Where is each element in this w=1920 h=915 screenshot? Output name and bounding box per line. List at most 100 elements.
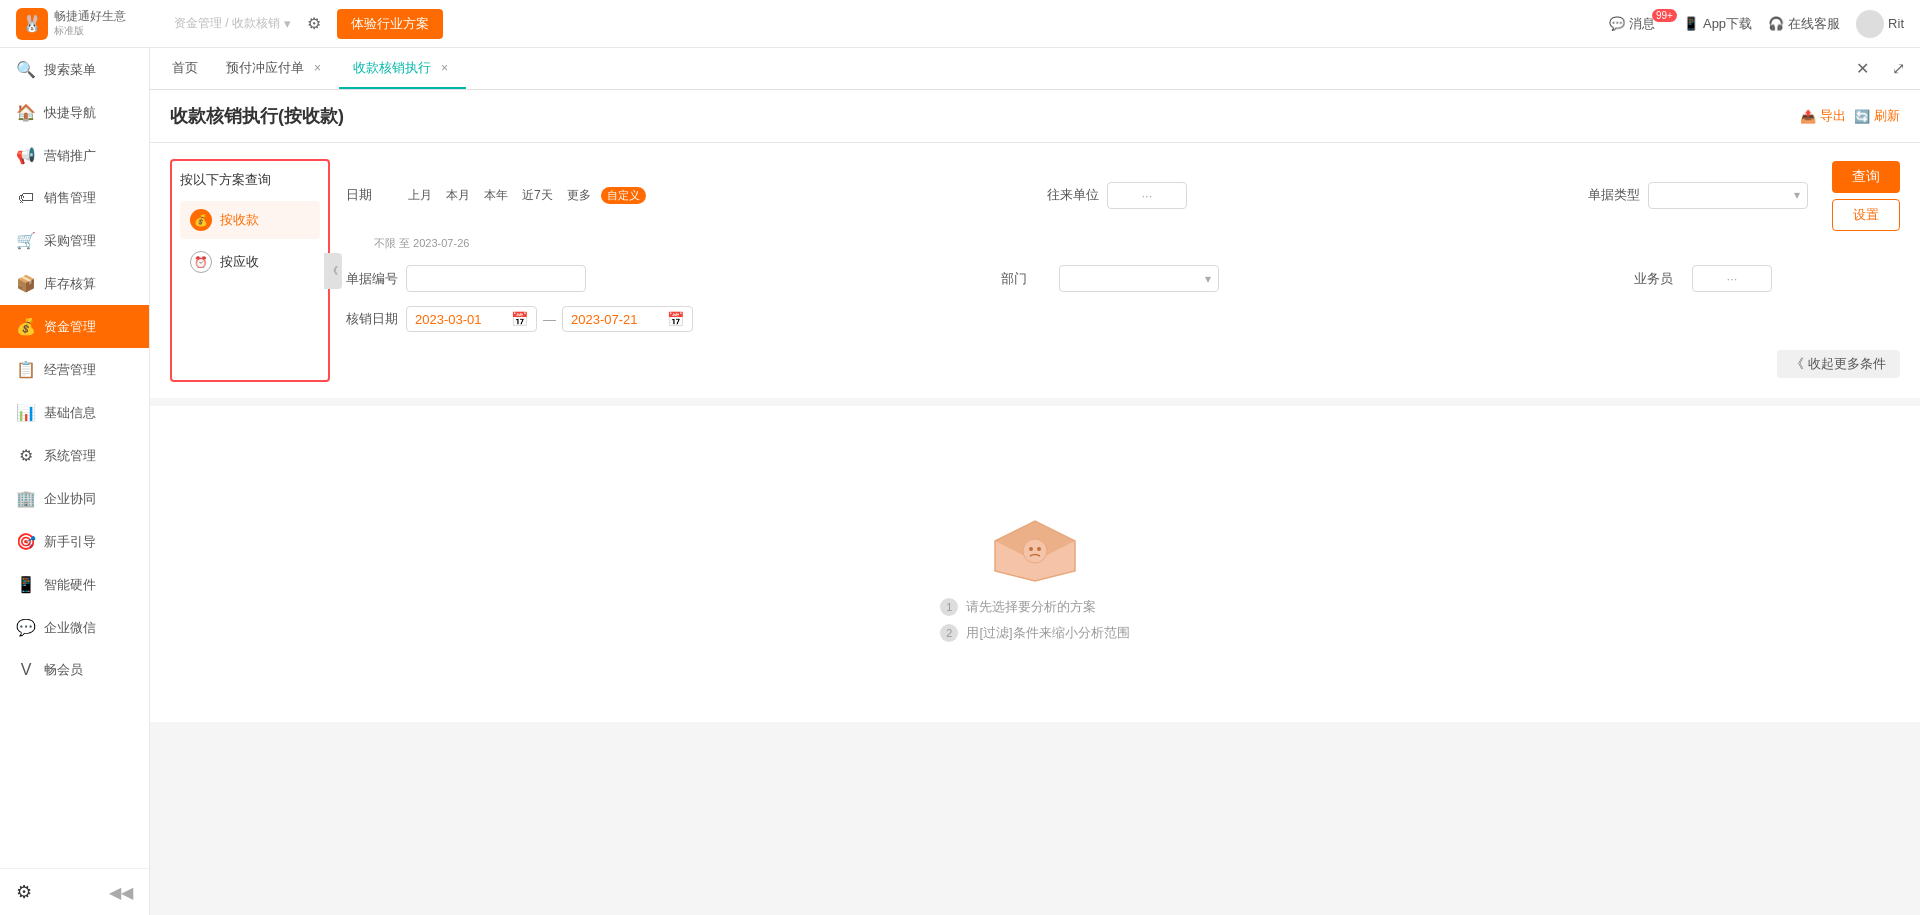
breadcrumb-text: 资金管理 / 收款核销 <box>174 15 280 32</box>
customer-service-btn[interactable]: 🎧 在线客服 <box>1768 15 1840 33</box>
date-shortcuts: 上月 本月 本年 近7天 更多 自定义 <box>404 185 646 206</box>
filter-option-by-payable[interactable]: ⏰ 按应收 <box>180 243 320 281</box>
collapse-more-label: 收起更多条件 <box>1808 355 1886 373</box>
settings-icon[interactable]: ⚙ <box>299 9 329 39</box>
sidebar-footer: ⚙ ◀◀ <box>0 868 149 915</box>
wechat-icon: 💬 <box>16 618 36 637</box>
export-label: 导出 <box>1820 107 1846 125</box>
business-icon: 📋 <box>16 360 36 379</box>
receipt-option-label: 按收款 <box>220 211 259 229</box>
tab-prepay-label: 预付冲应付单 <box>226 59 304 77</box>
filter-option-by-receipt[interactable]: 💰 按收款 <box>180 201 320 239</box>
partner-input[interactable]: ··· <box>1107 182 1187 209</box>
dept-select[interactable] <box>1059 265 1219 292</box>
tab-writeoff-label: 收款核销执行 <box>353 59 431 77</box>
date-last-month[interactable]: 上月 <box>404 185 436 206</box>
sidebar-item-search-menu[interactable]: 🔍 搜索菜单 <box>0 48 149 91</box>
doc-type-select-wrapper <box>1648 182 1808 209</box>
sidebar-label-search: 搜索菜单 <box>44 61 96 79</box>
receipt-option-icon: 💰 <box>190 209 212 231</box>
sidebar-label-quick-nav: 快捷导航 <box>44 104 96 122</box>
date-dash: — <box>543 312 556 327</box>
sidebar-item-sales[interactable]: 🏷 销售管理 <box>0 177 149 219</box>
tab-bar: 首页 预付冲应付单 × 收款核销执行 × ✕ ⤢ <box>150 48 1920 90</box>
user-area[interactable]: Rit <box>1856 10 1904 38</box>
svg-point-2 <box>1023 539 1047 563</box>
writeoff-date-label: 核销日期 <box>346 310 398 328</box>
date-start-wrap[interactable]: 2023-03-01 📅 <box>406 306 537 332</box>
sidebar-item-purchase[interactable]: 🛒 采购管理 <box>0 219 149 262</box>
sidebar-label-system: 系统管理 <box>44 447 96 465</box>
sidebar-item-wechat[interactable]: 💬 企业微信 <box>0 606 149 649</box>
doc-type-select[interactable] <box>1648 182 1808 209</box>
sidebar-item-quick-nav[interactable]: 🏠 快捷导航 <box>0 91 149 134</box>
date-this-year[interactable]: 本年 <box>480 185 512 206</box>
message-badge: 99+ <box>1652 9 1677 22</box>
sidebar-label-basic-info: 基础信息 <box>44 404 96 422</box>
page-content: 收款核销执行(按收款) 📤 导出 🔄 刷新 按以下方案查询 <box>150 90 1920 915</box>
system-icon: ⚙ <box>16 446 36 465</box>
filter-form: 日期 上月 本月 本年 近7天 更多 自定义 <box>346 159 1900 382</box>
panel-collapse-btn[interactable]: 《 <box>324 253 342 289</box>
sidebar-item-marketing[interactable]: 📢 营销推广 <box>0 134 149 177</box>
sidebar-item-basic-info[interactable]: 📊 基础信息 <box>0 391 149 434</box>
sidebar-label-finance: 资金管理 <box>44 318 96 336</box>
refresh-label: 刷新 <box>1874 107 1900 125</box>
refresh-btn[interactable]: 🔄 刷新 <box>1854 107 1900 125</box>
member-icon: V <box>16 661 36 679</box>
breadcrumb: 资金管理 / 收款核销 ▾ <box>174 15 291 32</box>
message-label: 消息 <box>1629 15 1655 33</box>
query-btn[interactable]: 查询 <box>1832 161 1900 193</box>
user-name: Rit <box>1888 16 1904 31</box>
date-hint-area: 不限 至 2023-07-26 <box>374 235 1900 251</box>
sidebar-item-finance[interactable]: 💰 资金管理 <box>0 305 149 348</box>
date-start-input[interactable]: 2023-03-01 <box>415 312 505 327</box>
tab-prepay-close[interactable]: × <box>310 59 325 77</box>
empty-icon-area <box>975 486 1095 586</box>
dept-select-wrapper <box>1059 265 1219 292</box>
sidebar-item-enterprise[interactable]: 🏢 企业协同 <box>0 477 149 520</box>
sidebar-item-business[interactable]: 📋 经营管理 <box>0 348 149 391</box>
date-custom-tag[interactable]: 自定义 <box>601 187 646 204</box>
filter-area: 按以下方案查询 💰 按收款 ⏰ 按应收 《 <box>150 143 1920 398</box>
export-btn[interactable]: 📤 导出 <box>1800 107 1846 125</box>
finance-icon: 💰 <box>16 317 36 336</box>
collapse-sidebar-icon[interactable]: ◀◀ <box>109 883 133 902</box>
collapse-more-btn[interactable]: 《 收起更多条件 <box>1777 350 1900 378</box>
hardware-icon: 📱 <box>16 575 36 594</box>
sidebar-item-member[interactable]: V 畅会员 <box>0 649 149 691</box>
header-right: 💬 消息 99+ 📱 App下载 🎧 在线客服 Rit <box>1609 10 1904 38</box>
setting-btn[interactable]: 设置 <box>1832 199 1900 231</box>
tab-writeoff-close[interactable]: × <box>437 59 452 77</box>
tip-num-1: 1 <box>940 598 958 616</box>
empty-tips: 1 请先选择要分析的方案 2 用[过滤]条件来缩小分析范围 <box>940 598 1129 642</box>
tab-prepay[interactable]: 预付冲应付单 × <box>212 48 339 89</box>
date-last7days[interactable]: 近7天 <box>518 185 557 206</box>
tab-close-all-btn[interactable]: ✕ <box>1848 55 1876 83</box>
svg-point-4 <box>1037 547 1041 551</box>
phone-icon: 📱 <box>1683 16 1699 31</box>
sidebar-label-purchase: 采购管理 <box>44 232 96 250</box>
message-btn[interactable]: 💬 消息 99+ <box>1609 15 1667 33</box>
date-this-month[interactable]: 本月 <box>442 185 474 206</box>
settings-footer-icon[interactable]: ⚙ <box>16 881 32 903</box>
app-download-btn[interactable]: 📱 App下载 <box>1683 15 1752 33</box>
top-header: 🐰 畅捷通好生意 标准版 资金管理 / 收款核销 ▾ ⚙ 体验行业方案 💬 消息… <box>0 0 1920 48</box>
header-left: 🐰 畅捷通好生意 标准版 资金管理 / 收款核销 ▾ ⚙ 体验行业方案 <box>16 8 1609 40</box>
tab-expand-btn[interactable]: ⤢ <box>1884 55 1912 83</box>
staff-input[interactable]: ··· <box>1692 265 1772 292</box>
sidebar-item-guide[interactable]: 🎯 新手引导 <box>0 520 149 563</box>
industry-btn[interactable]: 体验行业方案 <box>337 9 443 39</box>
date-more[interactable]: 更多 <box>563 185 595 206</box>
sidebar-item-inventory[interactable]: 📦 库存核算 <box>0 262 149 305</box>
date-end-input[interactable]: 2023-07-21 <box>571 312 661 327</box>
tab-writeoff[interactable]: 收款核销执行 × <box>339 48 466 89</box>
sidebar-label-marketing: 营销推广 <box>44 147 96 165</box>
sidebar-item-hardware[interactable]: 📱 智能硬件 <box>0 563 149 606</box>
tip-text-2: 用[过滤]条件来缩小分析范围 <box>966 624 1129 642</box>
tab-home[interactable]: 首页 <box>158 48 212 89</box>
doc-no-input[interactable] <box>406 265 586 292</box>
marketing-icon: 📢 <box>16 146 36 165</box>
date-end-wrap[interactable]: 2023-07-21 📅 <box>562 306 693 332</box>
sidebar-item-system[interactable]: ⚙ 系统管理 <box>0 434 149 477</box>
